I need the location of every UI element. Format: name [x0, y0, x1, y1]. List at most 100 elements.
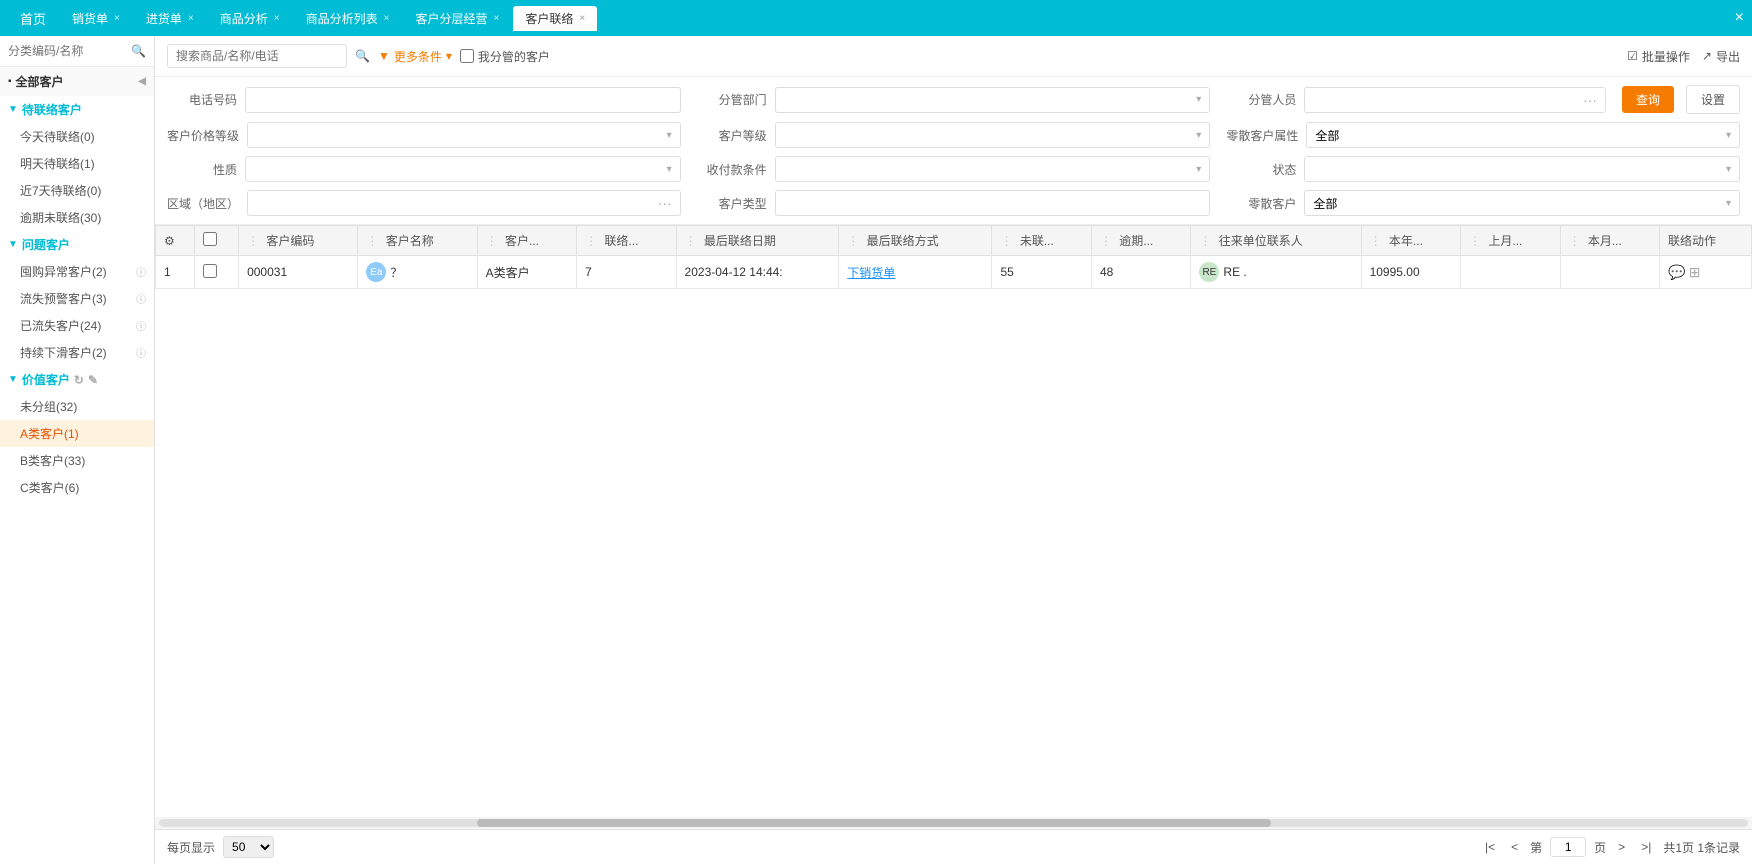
per-page-select[interactable]: 50 20 100	[223, 836, 274, 858]
close-all-button[interactable]: ×	[1735, 9, 1744, 27]
sidebar-item-lost[interactable]: 已流失客户(24) ⓘ	[0, 312, 154, 339]
sidebar-item-ungroup[interactable]: 未分组(32)	[0, 393, 154, 420]
close-icon[interactable]: ×	[114, 13, 120, 24]
scroll-track[interactable]	[159, 819, 1748, 827]
col-type[interactable]: ⋮ 客户...	[477, 226, 576, 256]
settings-button[interactable]: 设置	[1686, 85, 1740, 114]
row-overdue-cell: 48	[1091, 256, 1190, 289]
all-customers-header[interactable]: ▪ 全部客户 ◀	[0, 67, 154, 96]
scroll-thumb[interactable]	[477, 819, 1272, 827]
close-icon[interactable]: ×	[188, 13, 194, 24]
close-icon[interactable]: ×	[384, 13, 390, 24]
sidebar-section-problem[interactable]: ▼ 问题客户	[0, 231, 154, 258]
settings-column-header[interactable]: ⚙	[156, 226, 195, 256]
page-number-input[interactable]	[1550, 837, 1586, 857]
refresh-icon[interactable]: ↻	[74, 373, 84, 387]
row-checkbox[interactable]	[203, 264, 217, 278]
row-last-contact-method-cell[interactable]: 下销货单	[839, 256, 992, 289]
col-overdue[interactable]: ⋮ 逾期...	[1091, 226, 1190, 256]
settings-icon[interactable]: ⚙	[164, 234, 175, 248]
nav-tab-sales[interactable]: 销货单 ×	[60, 6, 132, 31]
sidebar-collapse-arrow[interactable]: ◀	[138, 76, 146, 87]
price-level-select[interactable]: ▾	[247, 122, 681, 148]
row-no-contact-cell: 55	[992, 256, 1091, 289]
sidebar-item-tomorrow[interactable]: 明天待联络(1)	[0, 150, 154, 177]
sidebar-item-b-class[interactable]: B类客户(33)	[0, 447, 154, 474]
query-button[interactable]: 查询	[1622, 86, 1674, 113]
drag-handle-icon: ⋮	[847, 234, 859, 248]
first-page-button[interactable]: |<	[1481, 838, 1499, 856]
retail-attr-select[interactable]: 全部 ▾	[1306, 122, 1740, 148]
sidebar-item-declining[interactable]: 持续下滑客户(2) ⓘ	[0, 339, 154, 366]
col-last-month[interactable]: ⋮ 上月...	[1461, 226, 1560, 256]
sidebar-section-pending[interactable]: ▼ 待联络客户	[0, 96, 154, 123]
export-button[interactable]: ↗ 导出	[1702, 48, 1740, 65]
more-icon[interactable]: ···	[1583, 92, 1597, 108]
sidebar-item-warning[interactable]: 流失预警客户(3) ⓘ	[0, 285, 154, 312]
select-all-checkbox[interactable]	[203, 232, 217, 246]
close-icon[interactable]: ×	[579, 13, 585, 24]
region-input[interactable]: ···	[247, 190, 681, 216]
nav-tab-purchase[interactable]: 进货单 ×	[134, 6, 206, 31]
my-customers-checkbox[interactable]	[460, 49, 474, 63]
nav-tab-product-analysis[interactable]: 商品分析 ×	[208, 6, 292, 31]
search-icon[interactable]: 🔍	[131, 44, 146, 58]
filter-row-nature: 性质 ▾	[167, 156, 681, 182]
sidebar-item-a-class[interactable]: A类客户(1)	[0, 420, 154, 447]
customer-level-select[interactable]: ▾	[775, 122, 1211, 148]
search-icon[interactable]: 🔍	[355, 49, 370, 63]
nature-select[interactable]: ▾	[245, 156, 681, 182]
col-code[interactable]: ⋮ 客户编码	[239, 226, 358, 256]
batch-action-button[interactable]: ☑ 批量操作	[1627, 48, 1690, 65]
close-icon[interactable]: ×	[274, 13, 280, 24]
filter-row-customer-type: 客户类型	[697, 190, 1211, 216]
col-this-year[interactable]: ⋮ 本年...	[1361, 226, 1460, 256]
col-last-contact-date[interactable]: ⋮ 最后联络日期	[676, 226, 839, 256]
main-layout: 🔍 ▪ 全部客户 ◀ ▼ 待联络客户 今天待联络(0) 明天待联络(1) 近7天…	[0, 36, 1752, 864]
sidebar-section-value[interactable]: ▼ 价值客户 ↻ ✎	[0, 366, 154, 393]
search-input[interactable]	[167, 44, 347, 68]
dept-select[interactable]: ▾	[775, 87, 1211, 113]
manager-input[interactable]: ···	[1304, 87, 1606, 113]
horizontal-scrollbar[interactable]	[155, 817, 1752, 829]
checkbox-column-header[interactable]	[195, 226, 239, 256]
chat-icon[interactable]: 💬	[1668, 264, 1685, 280]
phone-input[interactable]	[245, 87, 681, 113]
sidebar-item-today[interactable]: 今天待联络(0)	[0, 123, 154, 150]
col-action[interactable]: 联络动作	[1659, 226, 1751, 256]
retail-customer-label: 零散客户	[1226, 195, 1296, 212]
retail-customer-select[interactable]: 全部 ▾	[1304, 190, 1740, 216]
payment-select[interactable]: ▾	[775, 156, 1211, 182]
nav-tab-customer-layer[interactable]: 客户分层经营 ×	[403, 6, 511, 31]
col-unit-contact[interactable]: ⋮ 往来单位联系人	[1191, 226, 1361, 256]
my-customers-checkbox-label[interactable]: 我分管的客户	[460, 48, 550, 65]
sidebar-item-overdue[interactable]: 逾期未联络(30)	[0, 204, 154, 231]
col-no-contact[interactable]: ⋮ 未联...	[992, 226, 1091, 256]
close-icon[interactable]: ×	[493, 13, 499, 24]
customer-type-input[interactable]	[775, 190, 1211, 216]
prev-page-button[interactable]: <	[1507, 838, 1522, 856]
row-checkbox-cell[interactable]	[195, 256, 239, 289]
sidebar-item-abnormal[interactable]: 囤购异常客户(2) ⓘ	[0, 258, 154, 285]
sidebar-item-7days[interactable]: 近7天待联络(0)	[0, 177, 154, 204]
edit-icon[interactable]: ✎	[88, 373, 98, 387]
qr-icon[interactable]: ⊞	[1689, 264, 1701, 280]
next-page-button[interactable]: >	[1614, 838, 1629, 856]
col-name[interactable]: ⋮ 客户名称	[358, 226, 477, 256]
row-no-cell: 1	[156, 256, 195, 289]
sidebar-search-input[interactable]	[8, 44, 127, 58]
contact-method-link[interactable]: 下销货单	[847, 266, 895, 280]
last-page-button[interactable]: >|	[1637, 838, 1655, 856]
col-contact[interactable]: ⋮ 联络...	[577, 226, 676, 256]
col-last-contact-method[interactable]: ⋮ 最后联络方式	[839, 226, 992, 256]
more-filters-button[interactable]: ▼ 更多条件 ▾	[378, 48, 452, 65]
drag-handle-icon: ⋮	[1569, 234, 1581, 248]
more-icon[interactable]: ···	[658, 195, 672, 211]
nav-tab-product-analysis-list[interactable]: 商品分析列表 ×	[294, 6, 402, 31]
drag-handle-icon: ⋮	[685, 234, 697, 248]
nav-tab-customer-contact[interactable]: 客户联络 ×	[513, 6, 597, 31]
status-select[interactable]: ▾	[1304, 156, 1740, 182]
nav-tab-home[interactable]: 首页	[8, 5, 58, 32]
sidebar-item-c-class[interactable]: C类客户(6)	[0, 474, 154, 501]
col-this-month[interactable]: ⋮ 本月...	[1560, 226, 1659, 256]
